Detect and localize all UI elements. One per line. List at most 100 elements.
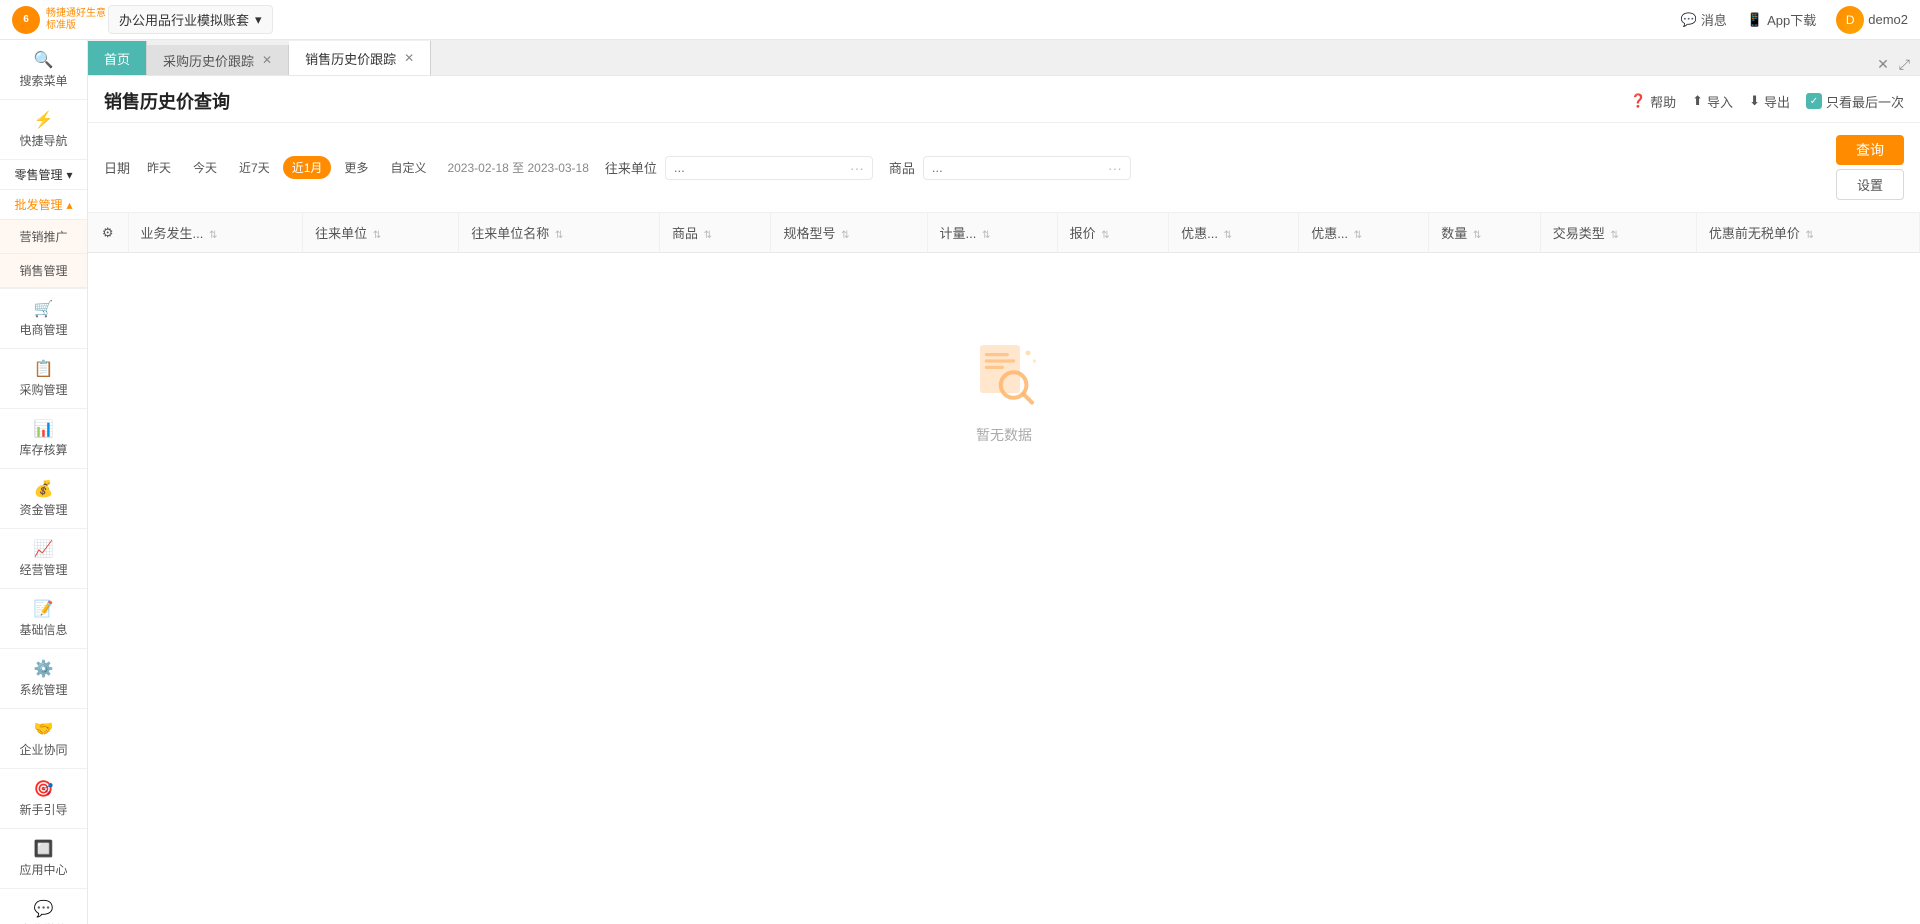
logo-icon: 6 — [12, 6, 40, 34]
help-btn[interactable]: ❓ 帮助 — [1630, 92, 1676, 111]
only-last-checkbox[interactable]: ✓ 只看最后一次 — [1806, 92, 1904, 111]
th-biz-date[interactable]: 业务发生... ⇅ — [128, 213, 303, 253]
page-content: 销售历史价查询 ❓ 帮助 ⬆ 导入 ⬇ 导出 ✓ — [88, 76, 1920, 924]
th-discount2[interactable]: 优惠... ⇅ — [1299, 213, 1429, 253]
sidebar-item-basic-info[interactable]: 📝 基础信息 — [0, 589, 87, 649]
sidebar-item-search-menu[interactable]: 🔍 搜索菜单 — [0, 40, 87, 100]
th-discount1[interactable]: 优惠... ⇅ — [1169, 213, 1299, 253]
chevron-up-icon: ▴ — [66, 198, 72, 212]
quick-nav-icon: ⚡ — [34, 110, 54, 130]
table-header: ⚙ 业务发生... ⇅ 往来单位 ⇅ 往来单位名称 ⇅ 商品 ⇅ 规格型号 ⇅ … — [88, 213, 1920, 253]
sub-item-sales-mgmt[interactable]: 销售管理 — [0, 254, 87, 288]
sidebar-item-inventory[interactable]: 📊 库存核算 — [0, 409, 87, 469]
product-input-wrapper: ··· — [923, 156, 1131, 180]
filter-buttons: 查询 设置 — [1836, 135, 1904, 200]
partner-input[interactable] — [674, 160, 850, 175]
tab-sales-history[interactable]: 销售历史价跟踪 ✕ — [289, 41, 431, 75]
header-right: 💬 消息 📱 App下载 D demo2 — [1681, 6, 1908, 34]
date-btn-today[interactable]: 今天 — [184, 156, 226, 179]
sidebar-item-ops[interactable]: 📈 经营管理 — [0, 529, 87, 589]
date-filter-btns: 昨天 今天 近7天 近1月 更多 自定义 — [138, 156, 435, 179]
partner-filter-group: 往来单位 ··· — [605, 156, 873, 180]
tab-expand-btn[interactable]: ⤢ — [1897, 54, 1912, 75]
help-icon: ❓ — [1630, 93, 1646, 109]
th-partner-code[interactable]: 往来单位 ⇅ — [303, 213, 459, 253]
product-label: 商品 — [889, 158, 915, 177]
date-btn-1month[interactable]: 近1月 — [283, 156, 332, 179]
date-filter-group: 日期 昨天 今天 近7天 近1月 更多 自定义 2023-02-18 至 202… — [104, 156, 589, 179]
th-gear[interactable]: ⚙ — [88, 213, 128, 253]
message-icon: 💬 — [1681, 12, 1697, 28]
avatar: D — [1836, 6, 1864, 34]
sidebar-item-new-guide[interactable]: 🎯 新手引导 — [0, 769, 87, 829]
import-btn[interactable]: ⬆ 导入 — [1692, 92, 1733, 111]
empty-illustration — [964, 333, 1044, 413]
filter-bar: 日期 昨天 今天 近7天 近1月 更多 自定义 2023-02-18 至 202… — [88, 123, 1920, 213]
partner-picker-btn[interactable]: ··· — [850, 160, 864, 176]
workspace-selector[interactable]: 办公用品行业模拟账套 ▾ — [108, 5, 273, 34]
date-btn-yesterday[interactable]: 昨天 — [138, 156, 180, 179]
date-btn-7days[interactable]: 近7天 — [230, 156, 279, 179]
tab-purchase-history[interactable]: 采购历史价跟踪 ✕ — [147, 45, 289, 75]
settings-button[interactable]: 设置 — [1836, 169, 1904, 200]
purchase-icon: 📋 — [34, 359, 54, 379]
wholesale-sub-menu: 营销推广 销售管理 — [0, 220, 87, 289]
th-qty[interactable]: 数量 ⇅ — [1429, 213, 1541, 253]
inventory-icon: 📊 — [34, 419, 54, 439]
partner-input-wrapper: ··· — [665, 156, 873, 180]
date-range-text: 2023-02-18 至 2023-03-18 — [447, 159, 588, 176]
app-download-btn[interactable]: 📱 App下载 — [1747, 10, 1816, 29]
export-icon: ⬇ — [1749, 93, 1760, 109]
export-btn[interactable]: ⬇ 导出 — [1749, 92, 1790, 111]
sidebar-item-enterprise-collab[interactable]: 🤝 企业协同 — [0, 709, 87, 769]
empty-state: 暂无数据 — [88, 253, 1920, 525]
date-label: 日期 — [104, 158, 130, 177]
th-product[interactable]: 商品 ⇅ — [659, 213, 771, 253]
date-btn-custom[interactable]: 自定义 — [381, 156, 435, 179]
finance-icon: 💰 — [34, 479, 54, 499]
app-center-icon: 🔲 — [34, 839, 54, 859]
app-icon: 📱 — [1747, 12, 1763, 28]
tab-close-all-btn[interactable]: ✕ — [1875, 54, 1891, 75]
page-title: 销售历史价查询 — [104, 88, 230, 114]
th-spec[interactable]: 规格型号 ⇅ — [771, 213, 927, 253]
th-price[interactable]: 报价 ⇅ — [1057, 213, 1169, 253]
query-button[interactable]: 查询 — [1836, 135, 1904, 165]
product-filter-group: 商品 ··· — [889, 156, 1131, 180]
top-header: 6 畅捷通好生意 标准版 办公用品行业模拟账套 ▾ 💬 消息 📱 App下载 D… — [0, 0, 1920, 40]
tab-sales-history-close[interactable]: ✕ — [404, 51, 414, 65]
chevron-down-icon: ▾ — [66, 168, 72, 182]
sidebar-item-finance[interactable]: 💰 资金管理 — [0, 469, 87, 529]
dropdown-icon: ▾ — [255, 12, 262, 28]
tab-home[interactable]: 首页 — [88, 41, 147, 75]
date-btn-more[interactable]: 更多 — [335, 156, 377, 179]
ecommerce-icon: 🛒 — [34, 299, 54, 319]
checkbox-checked-icon: ✓ — [1806, 93, 1822, 109]
th-trade-type[interactable]: 交易类型 ⇅ — [1540, 213, 1696, 253]
message-btn[interactable]: 💬 消息 — [1681, 10, 1727, 29]
page-title-actions: ❓ 帮助 ⬆ 导入 ⬇ 导出 ✓ 只看最后一次 — [1630, 92, 1904, 111]
search-icon: 🔍 — [34, 50, 54, 70]
sidebar-item-app-center[interactable]: 🔲 应用中心 — [0, 829, 87, 889]
basic-info-icon: 📝 — [34, 599, 54, 619]
sidebar-item-retail-mgmt[interactable]: 零售管理 ▾ — [0, 160, 87, 190]
sidebar-item-ecommerce[interactable]: 🛒 电商管理 — [0, 289, 87, 349]
tab-bar: 首页 采购历史价跟踪 ✕ 销售历史价跟踪 ✕ ✕ ⤢ — [88, 40, 1920, 76]
tab-purchase-history-close[interactable]: ✕ — [262, 53, 272, 67]
page-title-bar: 销售历史价查询 ❓ 帮助 ⬆ 导入 ⬇ 导出 ✓ — [88, 76, 1920, 123]
th-pretax-price[interactable]: 优惠前无税单价 ⇅ — [1696, 213, 1919, 253]
th-unit[interactable]: 计量... ⇅ — [927, 213, 1057, 253]
logo-area: 6 畅捷通好生意 标准版 — [12, 6, 100, 34]
system-icon: ⚙️ — [34, 659, 54, 679]
sidebar-item-wholesale-mgmt[interactable]: 批发管理 ▴ — [0, 190, 87, 220]
sidebar-item-system[interactable]: ⚙️ 系统管理 — [0, 649, 87, 709]
sub-item-marketing[interactable]: 营销推广 — [0, 220, 87, 254]
product-picker-btn[interactable]: ··· — [1108, 160, 1122, 176]
product-input[interactable] — [932, 160, 1108, 175]
sidebar-item-enterprise-wechat[interactable]: 💬 企业微信 — [0, 889, 87, 924]
sidebar-item-purchase[interactable]: 📋 采购管理 — [0, 349, 87, 409]
sidebar-item-quick-nav[interactable]: ⚡ 快捷导航 — [0, 100, 87, 160]
guide-icon: 🎯 — [34, 779, 54, 799]
th-partner-name[interactable]: 往来单位名称 ⇅ — [459, 213, 660, 253]
user-avatar-area[interactable]: D demo2 — [1836, 6, 1908, 34]
